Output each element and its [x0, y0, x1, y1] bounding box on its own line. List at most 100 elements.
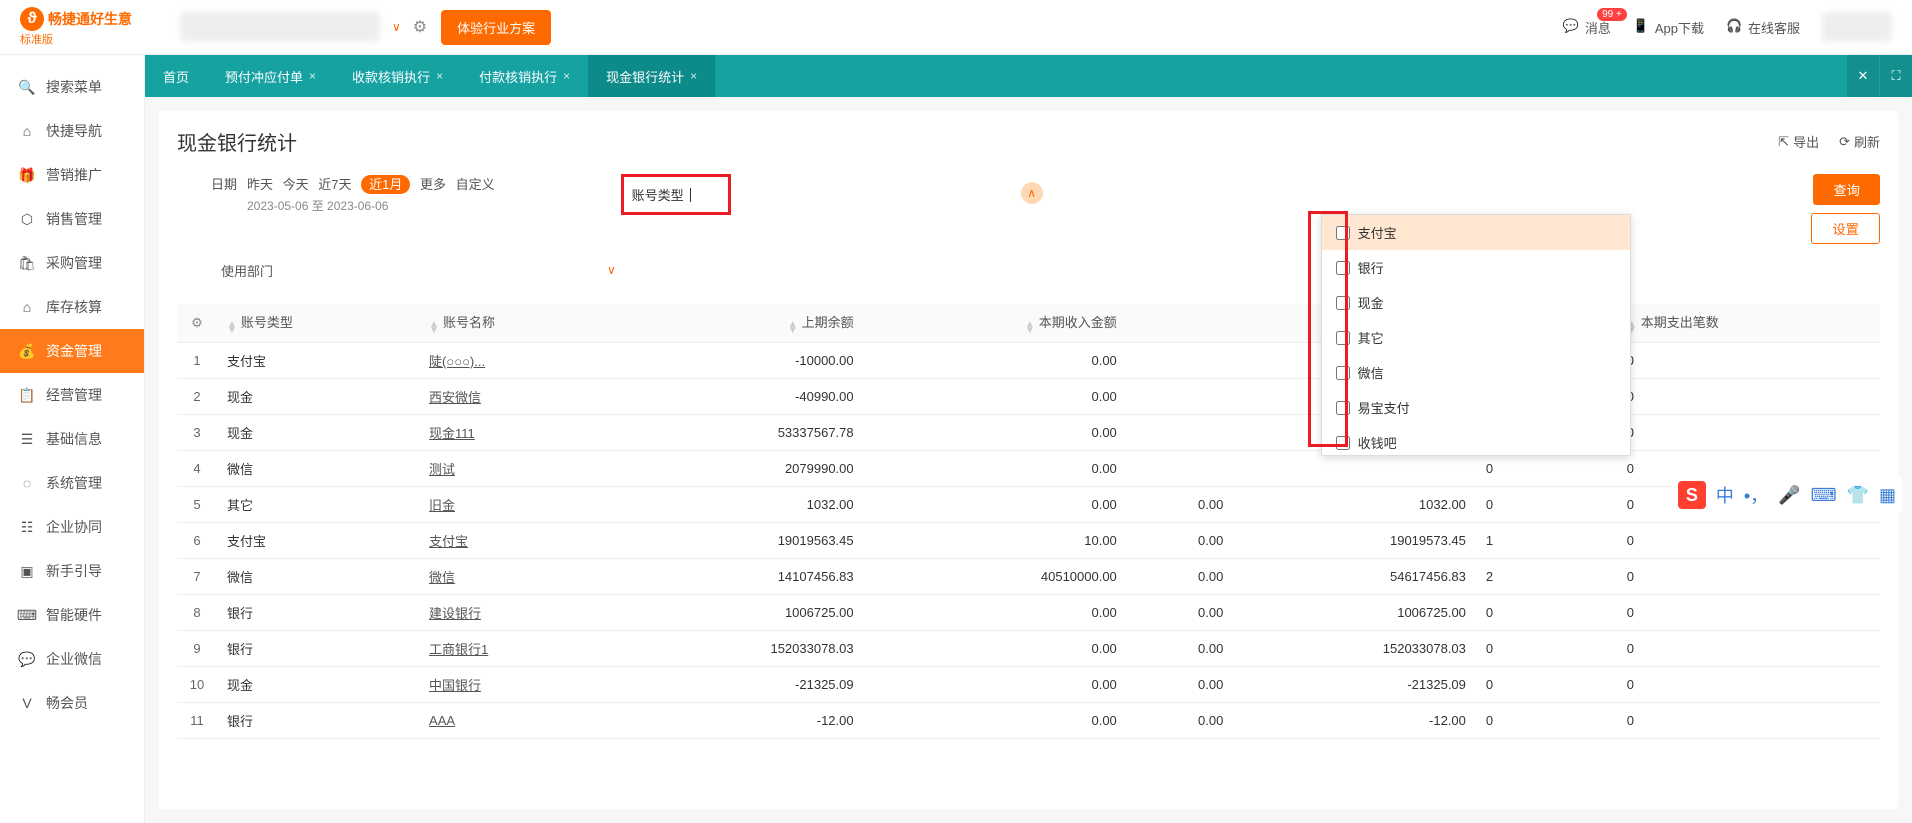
- cell-name[interactable]: 旧金: [419, 487, 621, 523]
- gear-icon[interactable]: ⚙: [413, 17, 427, 37]
- close-icon[interactable]: ×: [436, 69, 443, 83]
- dropdown-item[interactable]: 易宝支付: [1322, 390, 1630, 425]
- cell-name[interactable]: 现金111: [419, 415, 621, 451]
- date-opt-custom[interactable]: 自定义: [456, 177, 495, 192]
- date-opt-yesterday[interactable]: 昨天: [247, 177, 273, 192]
- sidebar-item[interactable]: ▣新手引导: [0, 549, 144, 593]
- sidebar-item[interactable]: ⌂快捷导航: [0, 109, 144, 153]
- dropdown-checkbox[interactable]: [1336, 401, 1350, 415]
- messages-link[interactable]: 💬 消息 99 +: [1563, 18, 1611, 37]
- dropdown-item[interactable]: 现金: [1322, 285, 1630, 320]
- ime-mic-icon[interactable]: 🎤: [1778, 485, 1800, 506]
- date-opt-more[interactable]: 更多: [420, 177, 446, 192]
- dept-input[interactable]: [283, 256, 603, 284]
- ime-logo-icon[interactable]: S: [1678, 481, 1706, 509]
- ime-keyboard-icon[interactable]: ⌨: [1811, 485, 1837, 506]
- dropdown-item[interactable]: 支付宝: [1322, 215, 1630, 250]
- date-range-text: 2023-05-06 至 2023-06-06: [247, 197, 501, 214]
- cell-name[interactable]: 微信: [419, 559, 621, 595]
- dropdown-item[interactable]: 收钱吧: [1322, 425, 1630, 455]
- close-icon[interactable]: ×: [563, 69, 570, 83]
- sidebar-item[interactable]: 📋经营管理: [0, 373, 144, 417]
- org-selector-blur[interactable]: [180, 12, 380, 42]
- tab[interactable]: 首页: [145, 55, 207, 97]
- cell-name[interactable]: 建设银行: [419, 595, 621, 631]
- cell-name[interactable]: 陡(○○○)...: [419, 343, 621, 379]
- ime-grid-icon[interactable]: ▦: [1879, 485, 1896, 506]
- cell-name[interactable]: 测试: [419, 451, 621, 487]
- ime-lang[interactable]: 中: [1716, 482, 1734, 508]
- sidebar-item[interactable]: ☷企业协同: [0, 505, 144, 549]
- cell-prev: -40990.00: [621, 379, 864, 415]
- date-opt-1m[interactable]: 近1月: [361, 175, 410, 194]
- chevron-down-icon[interactable]: ∨: [392, 20, 401, 34]
- sidebar-item[interactable]: 💬企业微信: [0, 637, 144, 681]
- refresh-button[interactable]: ⟳刷新: [1839, 132, 1880, 151]
- account-type-input[interactable]: [733, 178, 1033, 208]
- cell-count2: 0: [1617, 703, 1880, 739]
- dropdown-label: 支付宝: [1358, 223, 1397, 242]
- dropdown-checkbox[interactable]: [1336, 296, 1350, 310]
- sidebar-item[interactable]: 🛍采购管理: [0, 241, 144, 285]
- sidebar-item[interactable]: ⬡销售管理: [0, 197, 144, 241]
- sidebar-item[interactable]: ☰基础信息: [0, 417, 144, 461]
- try-plan-button[interactable]: 体验行业方案: [441, 10, 551, 45]
- tab-expand-button[interactable]: ⛶: [1880, 55, 1912, 97]
- ime-punct-icon[interactable]: •，: [1744, 482, 1768, 508]
- cell-name[interactable]: AAA: [419, 703, 621, 739]
- close-icon[interactable]: ×: [309, 69, 316, 83]
- customer-service-link[interactable]: 🎧 在线客服: [1726, 18, 1800, 37]
- cell-name[interactable]: 西安微信: [419, 379, 621, 415]
- cell-name[interactable]: 支付宝: [419, 523, 621, 559]
- sidebar-item[interactable]: V畅会员: [0, 681, 144, 725]
- col-count2[interactable]: 本期支出笔数: [1617, 304, 1880, 343]
- tab[interactable]: 预付冲应付单×: [207, 55, 334, 97]
- dropdown-checkbox[interactable]: [1336, 261, 1350, 275]
- dropdown-checkbox[interactable]: [1336, 331, 1350, 345]
- sidebar-item[interactable]: 🔍搜索菜单: [0, 65, 144, 109]
- sidebar-item[interactable]: 🎁营销推广: [0, 153, 144, 197]
- dropdown-item[interactable]: 银行: [1322, 250, 1630, 285]
- export-button[interactable]: ⇱导出: [1778, 132, 1819, 151]
- dropdown-item[interactable]: 微信: [1322, 355, 1630, 390]
- dropdown-item[interactable]: 其它: [1322, 320, 1630, 355]
- table-row: 10现金中国银行-21325.090.000.00-21325.0900: [177, 667, 1880, 703]
- user-avatar-blur[interactable]: [1822, 12, 1892, 42]
- cell-out: 0.00: [1127, 523, 1234, 559]
- cell-type: 微信: [217, 559, 419, 595]
- sidebar-item[interactable]: 💰资金管理: [0, 329, 144, 373]
- chevron-down-icon[interactable]: ∨: [607, 263, 616, 277]
- dropdown-checkbox[interactable]: [1336, 436, 1350, 450]
- cell-name[interactable]: 工商银行1: [419, 631, 621, 667]
- sidebar-item[interactable]: ⌂库存核算: [0, 285, 144, 329]
- cell-name[interactable]: 中国银行: [419, 667, 621, 703]
- phone-icon: 📱: [1633, 18, 1651, 36]
- collapse-toggle-icon[interactable]: ∧: [1021, 182, 1043, 204]
- date-opt-today[interactable]: 今天: [283, 177, 309, 192]
- ime-skin-icon[interactable]: 👕: [1847, 485, 1869, 506]
- cell-count1: 0: [1476, 667, 1617, 703]
- dropdown-checkbox[interactable]: [1336, 366, 1350, 380]
- col-type[interactable]: 账号类型: [217, 304, 419, 343]
- tab[interactable]: 现金银行统计×: [588, 55, 715, 97]
- cell-bal: 152033078.03: [1233, 631, 1476, 667]
- dropdown-label: 现金: [1358, 293, 1384, 312]
- tab[interactable]: 收款核销执行×: [334, 55, 461, 97]
- settings-button[interactable]: 设置: [1811, 213, 1880, 244]
- search-button[interactable]: 查询: [1813, 174, 1880, 205]
- cell-inc: 0.00: [864, 631, 1127, 667]
- sidebar-item[interactable]: ◌系统管理: [0, 461, 144, 505]
- dropdown-checkbox[interactable]: [1336, 226, 1350, 240]
- tab-close-button[interactable]: ✕: [1847, 55, 1879, 97]
- col-name[interactable]: 账号名称: [419, 304, 621, 343]
- sidebar-label: 资金管理: [46, 341, 102, 361]
- app-download-link[interactable]: 📱 App下载: [1633, 18, 1704, 37]
- sidebar-item[interactable]: ⌨智能硬件: [0, 593, 144, 637]
- col-prev[interactable]: 上期余额: [621, 304, 864, 343]
- table-row: 8银行建设银行1006725.000.000.001006725.0000: [177, 595, 1880, 631]
- table-config-header[interactable]: ⚙: [177, 304, 217, 343]
- col-inc[interactable]: 本期收入金额: [864, 304, 1127, 343]
- close-icon[interactable]: ×: [690, 69, 697, 83]
- date-opt-7d[interactable]: 近7天: [318, 177, 351, 192]
- tab[interactable]: 付款核销执行×: [461, 55, 588, 97]
